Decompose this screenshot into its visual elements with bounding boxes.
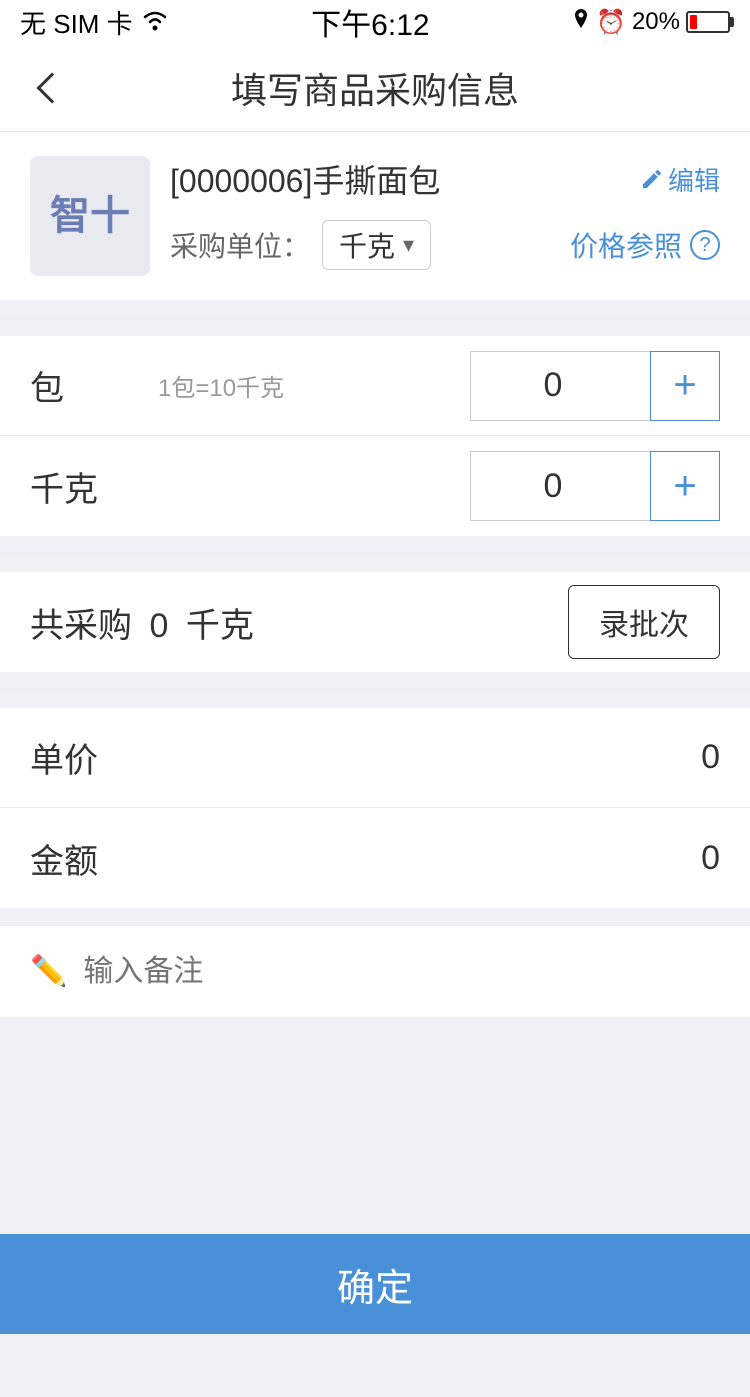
summary-row: 共采购 0 千克 录批次 — [0, 572, 750, 672]
notes-input[interactable] — [83, 955, 720, 989]
location-icon — [572, 8, 590, 37]
pencil-icon: ✏️ — [30, 954, 67, 989]
kg-label: 千克 — [30, 462, 150, 511]
bag-quantity-input[interactable] — [470, 351, 650, 421]
kg-plus-button[interactable]: + — [650, 451, 720, 521]
wifi-icon — [141, 7, 169, 38]
notes-section: ✏️ — [0, 926, 750, 1017]
divider-1 — [0, 318, 750, 336]
record-batch-button[interactable]: 录批次 — [568, 585, 720, 659]
divider-2 — [0, 536, 750, 554]
input-section: 包 1包=10千克 + 千克 + — [0, 336, 750, 536]
battery-percent: 20% — [632, 8, 680, 36]
amount-label: 金额 — [30, 834, 98, 883]
amount-row: 金额 0 — [0, 808, 750, 908]
nav-bar: 填写商品采购信息 — [0, 44, 750, 132]
status-right: ⏰ 20% — [572, 8, 730, 37]
page-title: 填写商品采购信息 — [231, 62, 519, 114]
unit-label: 采购单位： — [170, 225, 310, 265]
bag-quantity-wrapper: + — [470, 351, 720, 421]
edit-label: 编辑 — [668, 161, 720, 198]
bag-label: 包 — [30, 361, 150, 410]
bag-plus-button[interactable]: + — [650, 351, 720, 421]
price-ref-label: 价格参照 — [570, 225, 682, 265]
bag-input-row: 包 1包=10千克 + — [0, 336, 750, 436]
edit-button[interactable]: 编辑 — [640, 161, 720, 198]
unit-price-value: 0 — [701, 738, 720, 777]
alarm-icon: ⏰ — [596, 8, 626, 37]
summary-section: 共采购 0 千克 录批次 — [0, 572, 750, 672]
product-image-text: 智十 — [50, 192, 130, 240]
back-button[interactable] — [0, 44, 88, 132]
bag-sublabel: 1包=10千克 — [158, 368, 284, 403]
chevron-down-icon: ▾ — [403, 232, 414, 258]
no-sim-text: 无 SIM 卡 — [20, 4, 133, 41]
price-ref-button[interactable]: 价格参照 ? — [570, 225, 720, 265]
unit-price-row: 单价 0 — [0, 708, 750, 808]
product-info: [0000006]手撕面包 编辑 采购单位： 千克 ▾ 价格参照 ? — [170, 156, 720, 270]
bottom-space — [0, 1017, 750, 1397]
status-time: 下午6:12 — [311, 0, 429, 44]
product-card: 智十 [0000006]手撕面包 编辑 采购单位： 千克 ▾ 价格参照 ? — [0, 132, 750, 300]
product-name: [0000006]手撕面包 — [170, 156, 440, 202]
confirm-button[interactable]: 确定 — [0, 1234, 750, 1334]
kg-quantity-input[interactable] — [470, 451, 650, 521]
price-info-section: 单价 0 金额 0 — [0, 708, 750, 908]
kg-quantity-wrapper: + — [470, 451, 720, 521]
unit-select[interactable]: 千克 ▾ — [322, 220, 431, 270]
unit-row: 采购单位： 千克 ▾ 价格参照 ? — [170, 220, 720, 270]
product-image: 智十 — [30, 156, 150, 276]
battery-icon — [686, 11, 730, 33]
unit-price-label: 单价 — [30, 733, 98, 782]
kg-input-row: 千克 + — [0, 436, 750, 536]
summary-suffix: 千克 — [186, 607, 254, 645]
divider-3 — [0, 672, 750, 690]
back-arrow-icon — [36, 72, 67, 103]
confirm-btn-wrapper: 确定 — [0, 1234, 750, 1334]
unit-value: 千克 — [339, 225, 395, 265]
help-icon: ? — [690, 230, 720, 260]
status-left: 无 SIM 卡 — [20, 4, 169, 41]
amount-value: 0 — [701, 839, 720, 878]
product-name-row: [0000006]手撕面包 编辑 — [170, 156, 720, 202]
summary-prefix: 共采购 — [30, 607, 132, 645]
summary-text: 共采购 0 千克 — [30, 598, 254, 647]
status-bar: 无 SIM 卡 下午6:12 ⏰ 20% — [0, 0, 750, 44]
summary-amount: 0 — [149, 607, 168, 645]
